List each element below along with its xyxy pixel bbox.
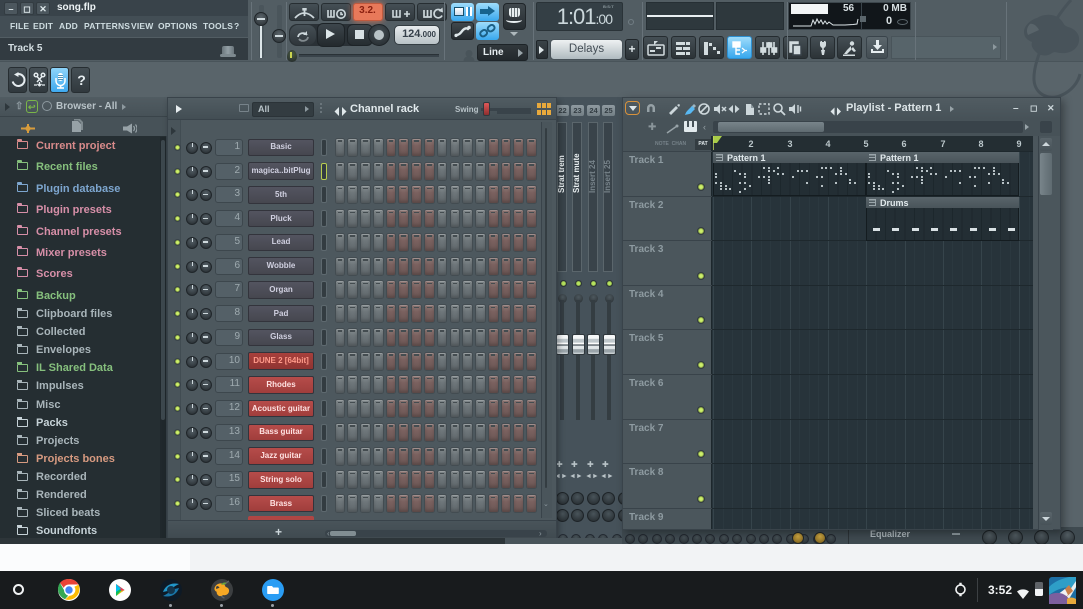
- svg-text:?: ?: [77, 72, 86, 88]
